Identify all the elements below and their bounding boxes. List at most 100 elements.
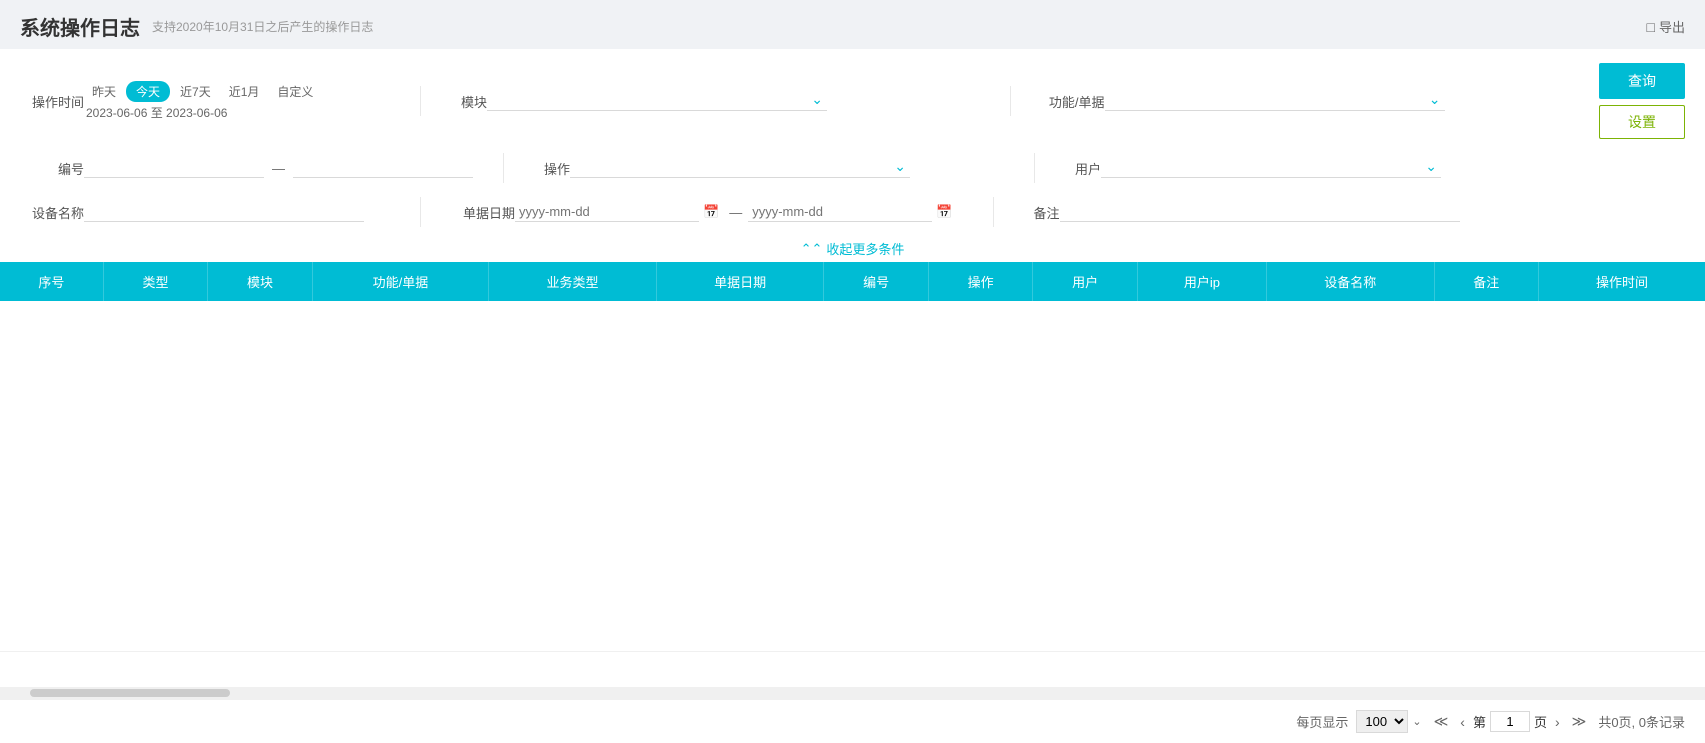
action-buttons: 查询 设置 (1599, 63, 1685, 139)
export-label: 导出 (1659, 17, 1685, 36)
divider-4 (1034, 153, 1035, 183)
col-biz-type: 业务类型 (489, 262, 657, 301)
calendar-to-icon[interactable]: 📅 (936, 204, 952, 220)
time-label: 操作时间 (20, 92, 84, 111)
col-operation: 操作 (928, 262, 1032, 301)
page-title: 系统操作日志 (20, 12, 140, 41)
col-voucher-date: 单据日期 (656, 262, 824, 301)
page-unit: 页 (1534, 712, 1547, 731)
user-select[interactable] (1101, 158, 1441, 178)
query-button[interactable]: 查询 (1599, 63, 1685, 99)
table-header: 序号 类型 模块 功能/单据 业务类型 单据日期 编号 操作 用户 用户ip 设… (0, 262, 1705, 301)
module-segment: 模块 (451, 91, 980, 111)
col-user: 用户 (1033, 262, 1137, 301)
function-segment: 功能/单据 (1041, 91, 1570, 111)
divider-3 (503, 153, 504, 183)
user-label: 用户 (1065, 159, 1101, 178)
scrollbar-thumb[interactable] (30, 689, 230, 697)
data-table: 序号 类型 模块 功能/单据 业务类型 单据日期 编号 操作 用户 用户ip 设… (0, 262, 1705, 652)
col-type: 类型 (103, 262, 207, 301)
page-subtitle: 支持2020年10月31日之后产生的操作日志 (152, 18, 373, 35)
voucher-date-segment: 单据日期 📅 — 📅 (451, 202, 963, 222)
divider-1 (420, 86, 421, 116)
function-label: 功能/单据 (1041, 92, 1105, 111)
number-dash: — (272, 161, 285, 176)
page-label: 第 (1473, 712, 1486, 731)
page-first-button[interactable]: ≪ (1430, 711, 1453, 732)
time-btn-1month[interactable]: 近1月 (221, 81, 268, 102)
col-user-ip: 用户ip (1137, 262, 1266, 301)
export-icon: □ (1647, 19, 1655, 35)
page-size-chevron: ⌄ (1412, 715, 1421, 728)
time-buttons: 昨天 今天 近7天 近1月 自定义 (84, 81, 321, 102)
header-left: 系统操作日志 支持2020年10月31日之后产生的操作日志 (20, 12, 373, 41)
module-label: 模块 (451, 92, 487, 111)
table-area: 序号 类型 模块 功能/单据 业务类型 单据日期 编号 操作 用户 用户ip 设… (0, 262, 1705, 687)
remark-input[interactable] (1060, 202, 1460, 222)
collapse-label: 收起更多条件 (826, 239, 904, 258)
number-from-input[interactable] (84, 158, 264, 178)
export-button[interactable]: □ 导出 (1647, 17, 1685, 36)
remark-label: 备注 (1024, 203, 1060, 222)
number-segment: 编号 — (20, 158, 473, 178)
filter-area: 操作时间 昨天 今天 近7天 近1月 自定义 2023-06-06 至 2023… (0, 49, 1705, 262)
divider-5 (420, 197, 421, 227)
calendar-from-icon[interactable]: 📅 (703, 204, 719, 220)
operation-select-wrapper (570, 158, 910, 178)
divider-6 (993, 197, 994, 227)
remark-segment: 备注 (1024, 202, 1536, 222)
divider-2 (1010, 86, 1011, 116)
page-number-input[interactable] (1490, 711, 1530, 732)
collapse-chevron-icon: ⌃⌃ (801, 241, 823, 257)
device-segment: 设备名称 (20, 202, 390, 222)
pagination-nav: ≪ ‹ 第 页 › ≫ (1430, 711, 1591, 732)
user-segment: 用户 (1065, 158, 1535, 178)
filter-row-1: 操作时间 昨天 今天 近7天 近1月 自定义 2023-06-06 至 2023… (20, 63, 1685, 139)
collapse-row: ⌃⌃ 收起更多条件 (20, 233, 1685, 262)
page-next-button[interactable]: › (1551, 712, 1564, 732)
page-container: 系统操作日志 支持2020年10月31日之后产生的操作日志 □ 导出 操作时间 … (0, 0, 1705, 743)
col-op-time: 操作时间 (1539, 262, 1705, 301)
page-size-select[interactable]: 100 50 200 (1356, 710, 1408, 733)
function-select[interactable] (1105, 91, 1445, 111)
date-from-input[interactable] (515, 202, 699, 222)
filter-row-2: 编号 — 操作 用户 (20, 153, 1685, 183)
empty-cell (0, 301, 1705, 651)
horizontal-scrollbar[interactable] (0, 687, 1705, 699)
device-label: 设备名称 (20, 203, 84, 222)
device-input[interactable] (84, 202, 364, 222)
time-section: 昨天 今天 近7天 近1月 自定义 2023-06-06 至 2023-06-0… (84, 81, 321, 121)
total-info: 共0页, 0条记录 (1598, 712, 1685, 731)
time-btn-custom[interactable]: 自定义 (269, 81, 321, 102)
module-select-wrapper (487, 91, 827, 111)
time-btn-today[interactable]: 今天 (126, 81, 170, 102)
col-seq: 序号 (0, 262, 103, 301)
module-select[interactable] (487, 91, 827, 111)
time-btn-7days[interactable]: 近7天 (172, 81, 219, 102)
pagination-area: 每页显示 100 50 200 ⌄ ≪ ‹ 第 页 › ≫ 共0页, 0条记录 (0, 699, 1705, 743)
header-row: 序号 类型 模块 功能/单据 业务类型 单据日期 编号 操作 用户 用户ip 设… (0, 262, 1705, 301)
number-label: 编号 (20, 159, 84, 178)
page-size-label: 每页显示 (1296, 712, 1348, 731)
table-body (0, 301, 1705, 651)
number-to-input[interactable] (293, 158, 473, 178)
operation-select[interactable] (570, 158, 910, 178)
time-btn-yesterday[interactable]: 昨天 (84, 81, 124, 102)
settings-button[interactable]: 设置 (1599, 105, 1685, 139)
page-prev-button[interactable]: ‹ (1456, 712, 1469, 732)
collapse-button[interactable]: ⌃⌃ 收起更多条件 (801, 239, 905, 258)
page-header: 系统操作日志 支持2020年10月31日之后产生的操作日志 □ 导出 (0, 0, 1705, 49)
col-number: 编号 (824, 262, 928, 301)
date-dash: — (729, 205, 742, 220)
operation-segment: 操作 (534, 158, 1004, 178)
col-module: 模块 (208, 262, 312, 301)
page-last-button[interactable]: ≫ (1568, 711, 1591, 732)
voucher-date-label: 单据日期 (451, 203, 515, 222)
user-select-wrapper (1101, 158, 1441, 178)
page-size-wrapper: 100 50 200 ⌄ (1356, 710, 1421, 733)
col-function: 功能/单据 (312, 262, 488, 301)
filter-row-3: 设备名称 单据日期 📅 — 📅 备注 (20, 197, 1685, 227)
time-filter-segment: 操作时间 昨天 今天 近7天 近1月 自定义 2023-06-06 至 2023… (20, 81, 390, 121)
date-to-input[interactable] (748, 202, 932, 222)
empty-row (0, 301, 1705, 651)
